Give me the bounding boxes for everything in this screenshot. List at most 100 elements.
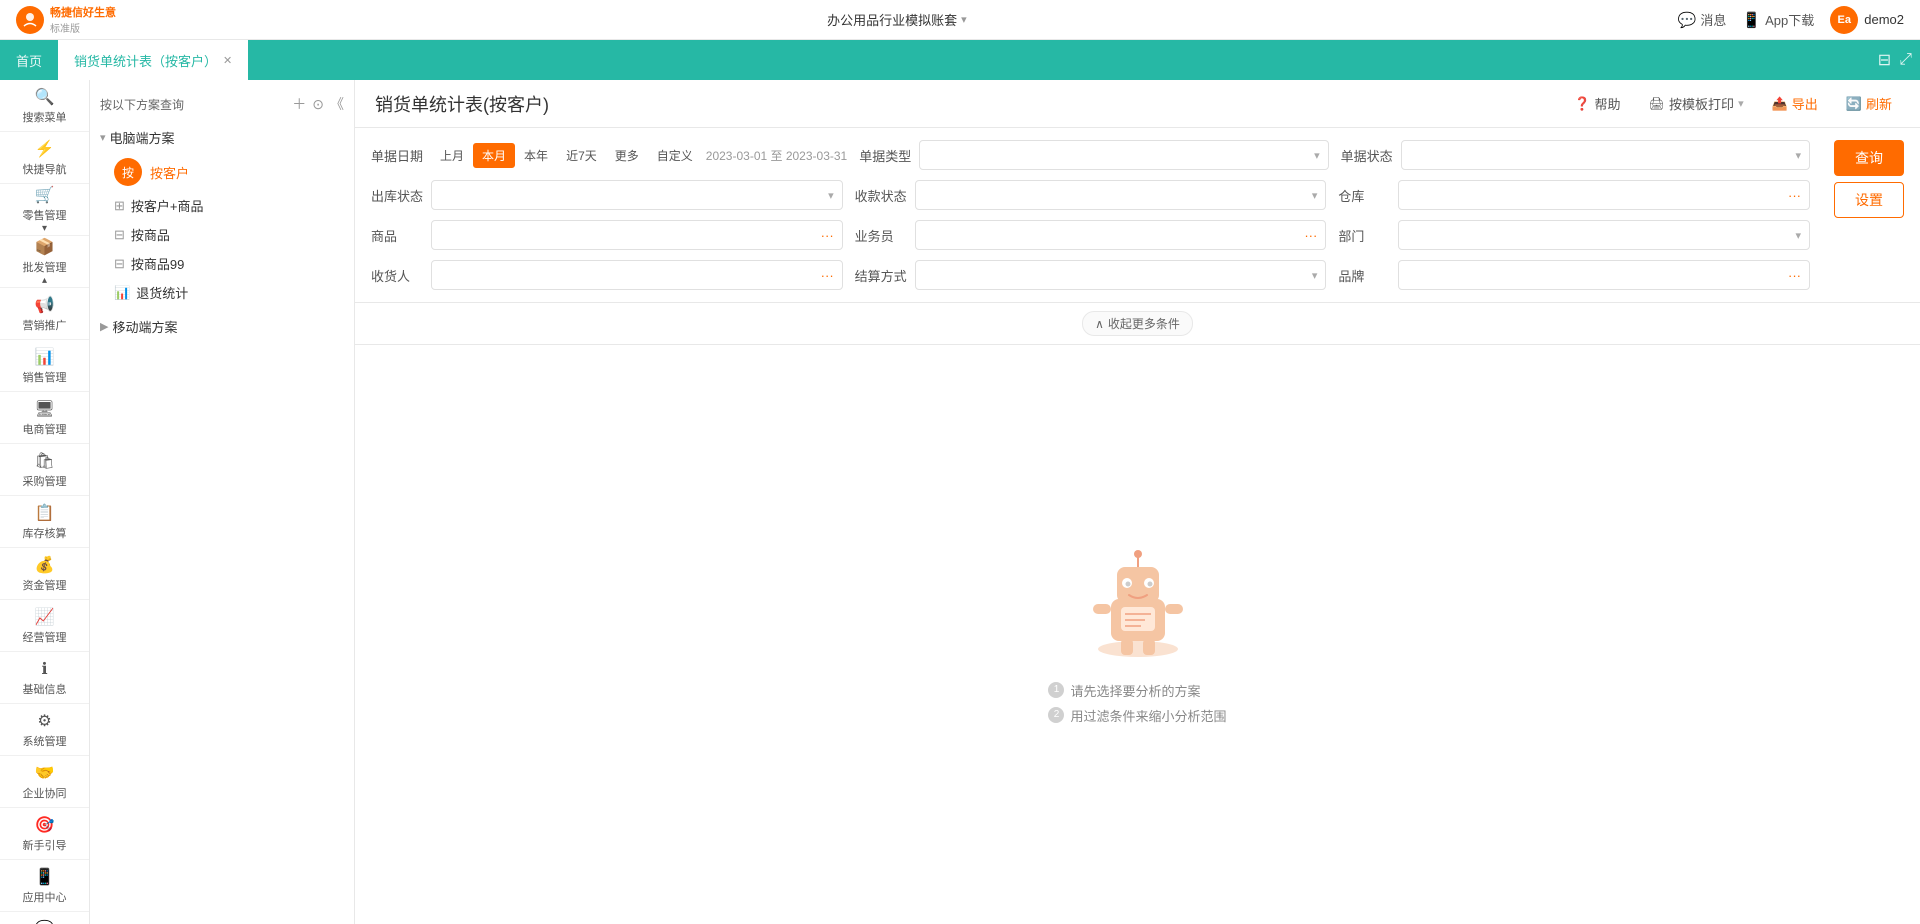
sidebar-item-sales[interactable]: 📊 销售管理 [0, 340, 89, 392]
step-num-1: 1 [1048, 682, 1064, 698]
date-btn-current-year[interactable]: 本年 [515, 143, 557, 168]
filter-cell-settlement: 结算方式 ▾ [855, 260, 1339, 290]
sidebar-item-enterprise[interactable]: 🤝 企业协同 [0, 756, 89, 808]
sidebar-item-retail[interactable]: 🛒 零售管理 ▾ [0, 184, 89, 236]
user-area[interactable]: Ea demo2 [1830, 6, 1904, 34]
sidebar-item-operation[interactable]: 📈 经营管理 [0, 600, 89, 652]
export-btn[interactable]: 📤 导出 [1764, 90, 1826, 117]
panel-collapse-btn[interactable]: 《 [330, 94, 344, 114]
tree-item-by-goods-99[interactable]: ⊟ 按商品99 [90, 249, 354, 278]
filter-cell-date: 单据日期 上月 本月 本年 近7天 更多 自定义 2023-03-01 至 20… [371, 143, 859, 168]
tab-close-icon[interactable]: ✕ [223, 54, 232, 67]
receiver-select[interactable]: ··· [431, 260, 843, 290]
tab-expand-btn[interactable]: ⤢ [1899, 51, 1912, 69]
goods-select[interactable]: ··· [431, 220, 843, 250]
department-select[interactable]: ▾ [1398, 220, 1810, 250]
date-btn-current-month[interactable]: 本月 [473, 143, 515, 168]
content-area: 按以下方案查询 ＋ ⊙ 《 ▾ 电脑端方案 按 按客户 ⊞ 按客户+商品 [90, 80, 1920, 924]
sidebar-item-app-center[interactable]: 📱 应用中心 [0, 860, 89, 912]
header-center[interactable]: 办公用品行业模拟账套 ▾ [827, 10, 967, 29]
date-btn-last-7-days[interactable]: 近7天 [557, 143, 606, 168]
panel-settings-btn[interactable]: ⊙ [312, 96, 324, 113]
query-btn[interactable]: 查询 [1834, 140, 1904, 176]
sidebar-item-marketing[interactable]: 📢 营销推广 [0, 288, 89, 340]
brand-select[interactable]: ··· [1398, 260, 1810, 290]
app-download-icon: 📱 [1742, 11, 1761, 29]
filter-cell-brand: 品牌 ··· [1338, 260, 1810, 290]
sidebar-item-wholesale[interactable]: 📦 批发管理 ▴ [0, 236, 89, 288]
ecommerce-icon: 🖥 [34, 399, 54, 419]
wholesale-arrow-icon: ▴ [42, 275, 47, 286]
inventory-icon: 📋 [35, 503, 55, 523]
top-header: 畅捷信好生意 标准版 办公用品行业模拟账套 ▾ 💬 消息 📱 App下载 Ea … [0, 0, 1920, 40]
tree-group-pc[interactable]: ▾ 电脑端方案 [90, 122, 354, 153]
sidebar-item-quick-nav[interactable]: ⚡ 快捷导航 [0, 132, 89, 184]
tree-item-by-customer[interactable]: 按 按客户 [90, 153, 354, 191]
app-download-btn[interactable]: 📱 App下载 [1742, 10, 1814, 29]
tree-item-by-customer-goods[interactable]: ⊞ 按客户+商品 [90, 191, 354, 220]
help-icon: ❓ [1574, 96, 1590, 112]
collapse-bar: ∧ 收起更多条件 [355, 303, 1920, 345]
settlement-select[interactable]: ▾ [915, 260, 1327, 290]
tab-sales-stat[interactable]: 销货单统计表（按客户） ✕ [58, 40, 248, 80]
sidebar-item-finance[interactable]: 💰 资金管理 [0, 548, 89, 600]
sales-person-select[interactable]: ··· [915, 220, 1327, 250]
order-type-select[interactable]: ▾ [919, 140, 1328, 170]
basic-info-icon: ℹ [41, 659, 47, 679]
tree-mobile-expand-icon: ▶ [100, 320, 108, 333]
refresh-icon: 🔄 [1846, 96, 1862, 112]
filter-form: 单据日期 上月 本月 本年 近7天 更多 自定义 2023-03-01 至 20… [355, 128, 1826, 302]
filter-cell-order-type: 单据类型 ▾ [859, 140, 1340, 170]
filter-row-date: 单据日期 上月 本月 本年 近7天 更多 自定义 2023-03-01 至 20… [371, 140, 1810, 170]
tab-minimize-btn[interactable]: ⊟ [1878, 50, 1891, 70]
sidebar-item-system[interactable]: ⚙ 系统管理 [0, 704, 89, 756]
tab-bar: 首页 销货单统计表（按客户） ✕ ⊟ ⤢ [0, 40, 1920, 80]
industry-dropdown-icon[interactable]: ▾ [961, 13, 967, 26]
sidebar-item-search-menu[interactable]: 🔍 搜索菜单 [0, 80, 89, 132]
left-panel: 按以下方案查询 ＋ ⊙ 《 ▾ 电脑端方案 按 按客户 ⊞ 按客户+商品 [90, 80, 355, 924]
date-btn-last-month[interactable]: 上月 [431, 143, 473, 168]
panel-add-btn[interactable]: ＋ [292, 94, 306, 114]
table-icon-2: ⊟ [114, 256, 125, 272]
export-icon: 📤 [1772, 96, 1788, 112]
order-type-arrow-icon: ▾ [1314, 149, 1320, 162]
logo-icon [16, 6, 44, 34]
empty-illustration [1073, 539, 1203, 669]
industry-label: 办公用品行业模拟账套 [827, 10, 957, 29]
finance-icon: 💰 [35, 555, 55, 575]
empty-text: 1 请先选择要分析的方案 2 用过滤条件来缩小分析范围 [1048, 681, 1226, 731]
tab-controls: ⊟ ⤢ [1870, 50, 1920, 70]
filter-cell-out-status: 出库状态 ▾ [371, 180, 855, 210]
tree-item-refund-stats[interactable]: 📊 退货统计 [90, 278, 354, 307]
sidebar-item-wechat[interactable]: 💬 企业微信 [0, 912, 89, 924]
out-status-select[interactable]: ▾ [431, 180, 843, 210]
template-print-btn[interactable]: 🖨 按模板打印 ▾ [1641, 90, 1752, 117]
sidebar-item-inventory[interactable]: 📋 库存核算 [0, 496, 89, 548]
sidebar-item-purchase[interactable]: 🛍 采购管理 [0, 444, 89, 496]
sidebar-item-ecommerce[interactable]: 🖥 电商管理 [0, 392, 89, 444]
date-btn-more[interactable]: 更多 [606, 143, 648, 168]
main-layout: 🔍 搜索菜单 ⚡ 快捷导航 🛒 零售管理 ▾ 📦 批发管理 ▴ 📢 营销推广 📊… [0, 80, 1920, 924]
help-btn[interactable]: ❓ 帮助 [1566, 90, 1628, 117]
date-btn-custom[interactable]: 自定义 [648, 143, 702, 168]
tree-group-mobile[interactable]: ▶ 移动端方案 [90, 311, 354, 342]
tree-item-by-goods[interactable]: ⊟ 按商品 [90, 220, 354, 249]
warehouse-select[interactable]: ··· [1398, 180, 1810, 210]
newbie-icon: 🎯 [35, 815, 55, 835]
collapse-more-btn[interactable]: ∧ 收起更多条件 [1082, 311, 1193, 336]
settings-btn[interactable]: 设置 [1834, 182, 1904, 218]
filter-cell-receiver: 收货人 ··· [371, 260, 855, 290]
payment-status-select[interactable]: ▾ [915, 180, 1327, 210]
order-status-select[interactable]: ▾ [1401, 140, 1810, 170]
tab-home[interactable]: 首页 [0, 40, 58, 80]
grid-icon: ⊞ [114, 198, 125, 214]
message-btn[interactable]: 💬 消息 [1678, 10, 1727, 29]
refresh-btn[interactable]: 🔄 刷新 [1838, 90, 1900, 117]
page-title: 销货单统计表(按客户) [375, 91, 549, 117]
operation-icon: 📈 [35, 607, 55, 627]
sidebar-item-newbie[interactable]: 🎯 新手引导 [0, 808, 89, 860]
empty-step-1: 1 请先选择要分析的方案 [1048, 681, 1226, 700]
chart-icon: 📊 [114, 285, 130, 301]
retail-arrow-icon: ▾ [42, 223, 47, 234]
sidebar-item-basic-info[interactable]: ℹ 基础信息 [0, 652, 89, 704]
